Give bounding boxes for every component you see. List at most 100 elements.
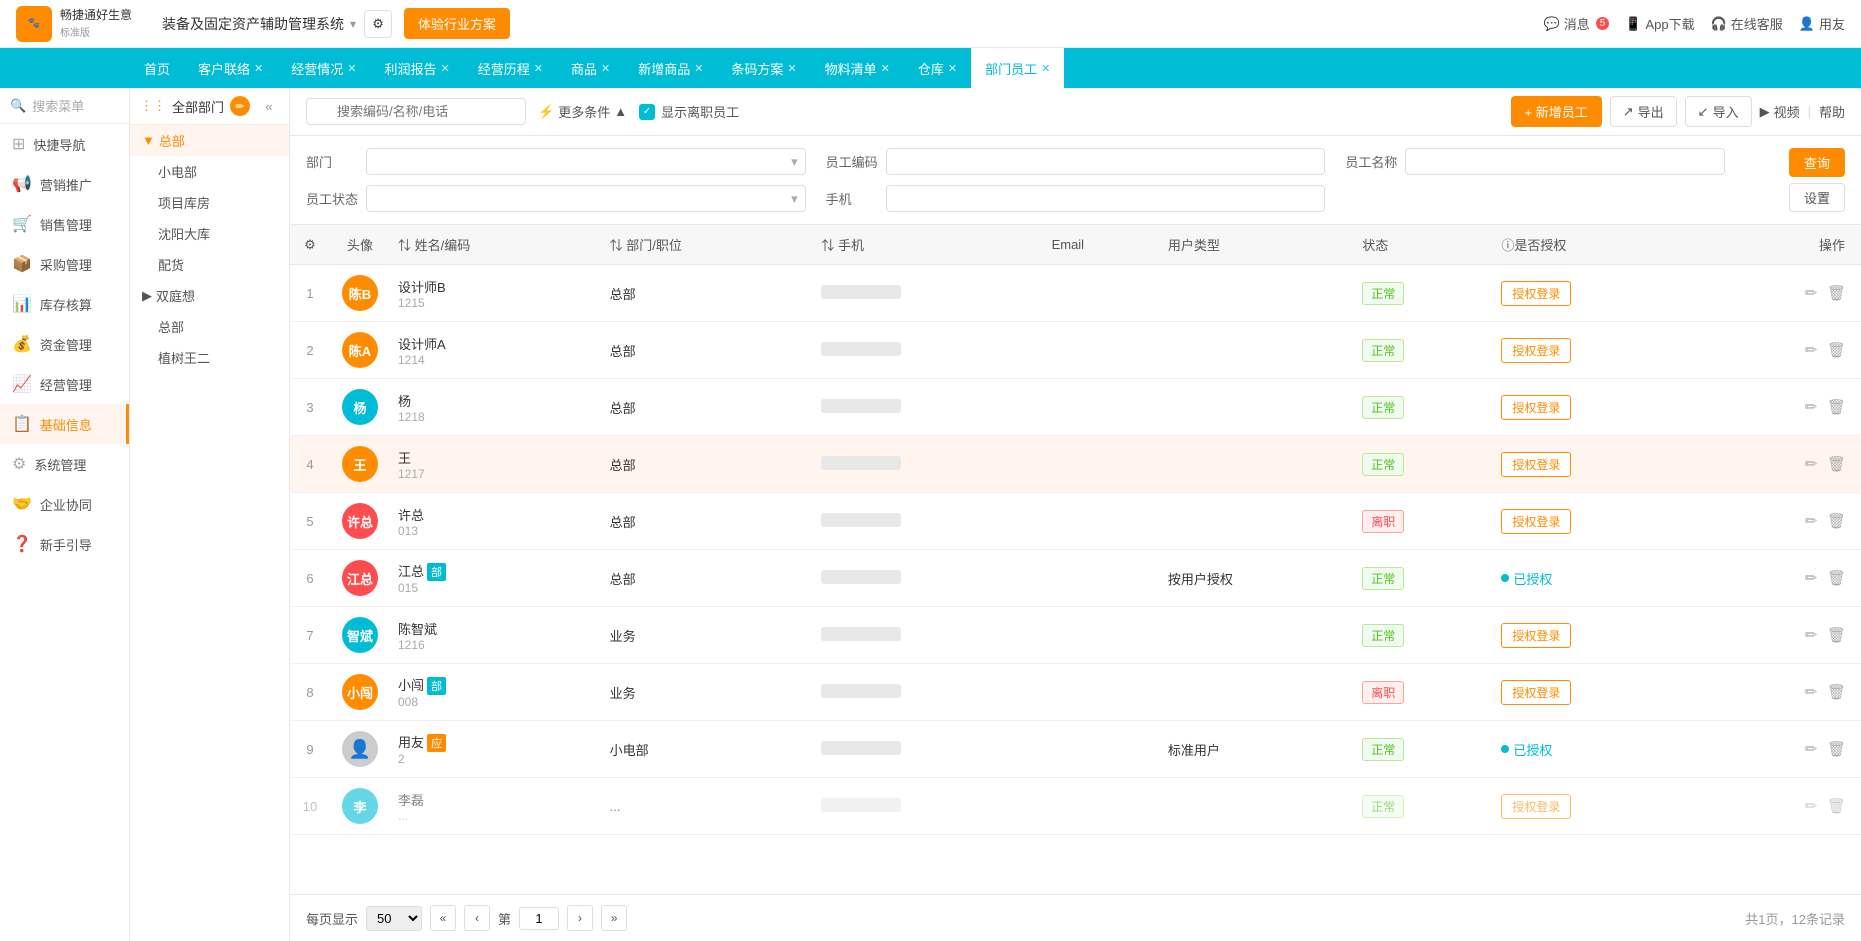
tree-node-shuangting[interactable]: ▶ 双庭想 (130, 280, 289, 311)
tree-node-hq[interactable]: 总部 (130, 311, 289, 342)
edit-dept-btn[interactable]: ✏ (230, 96, 250, 116)
page-next-btn[interactable]: › (567, 905, 593, 931)
user-avatar-btn[interactable]: 👤 用友 (1799, 14, 1845, 33)
col-name[interactable]: ⇅ 姓名/编码 (390, 225, 602, 265)
close-icon[interactable]: ✕ (347, 62, 356, 75)
sidebar-item-purchase[interactable]: 📦 采购管理 (0, 244, 129, 284)
tree-node-shenyang[interactable]: 沈阳大库 (130, 218, 289, 249)
auth-login-button[interactable]: 授权登录 (1501, 395, 1571, 420)
help-button[interactable]: 帮助 (1819, 102, 1845, 121)
add-employee-button[interactable]: + 新增员工 (1511, 96, 1602, 127)
sidebar-item-collab[interactable]: 🤝 企业协同 (0, 484, 129, 524)
edit-button[interactable]: ✏ (1802, 740, 1821, 758)
dept-select[interactable] (366, 148, 806, 175)
close-icon[interactable]: ✕ (787, 62, 796, 75)
auth-cell[interactable]: 授权登录 (1493, 265, 1699, 322)
sidebar-item-inventory[interactable]: 📊 库存核算 (0, 284, 129, 324)
message-btn[interactable]: 💬 消息 5 (1544, 14, 1610, 33)
collapse-tree-btn[interactable]: « (259, 96, 279, 116)
delete-button[interactable]: 🗑 (1824, 455, 1849, 473)
page-current-input[interactable] (519, 907, 559, 930)
delete-button[interactable]: 🗑 (1824, 284, 1849, 302)
nav-item-add-goods[interactable]: 新增商品 ✕ (624, 48, 717, 88)
all-dept-label[interactable]: 全部部门 (172, 97, 224, 116)
tree-node-dispatch[interactable]: 配货 (130, 249, 289, 280)
sidebar-item-sales[interactable]: 🛒 销售管理 (0, 204, 129, 244)
emp-code-input[interactable] (886, 148, 1326, 175)
auth-cell[interactable]: 授权登录 (1493, 436, 1699, 493)
video-button[interactable]: ▶ 视频 (1760, 102, 1800, 121)
delete-button[interactable]: 🗑 (1824, 740, 1849, 758)
page-prev-btn[interactable]: ‹ (464, 905, 490, 931)
export-button[interactable]: ↗ 导出 (1610, 96, 1677, 127)
close-icon[interactable]: ✕ (254, 62, 263, 75)
nav-item-profit[interactable]: 利润报告 ✕ (370, 48, 463, 88)
edit-button[interactable]: ✏ (1802, 569, 1821, 587)
sidebar-item-finance[interactable]: 💰 资金管理 (0, 324, 129, 364)
nav-item-warehouse[interactable]: 仓库 ✕ (904, 48, 971, 88)
close-icon[interactable]: ✕ (441, 62, 450, 75)
close-icon[interactable]: ✕ (881, 62, 890, 75)
nav-item-operation[interactable]: 经营情况 ✕ (277, 48, 370, 88)
delete-button[interactable]: 🗑 (1824, 341, 1849, 359)
auth-login-button[interactable]: 授权登录 (1501, 452, 1571, 477)
auth-cell[interactable]: 授权登录 (1493, 379, 1699, 436)
auth-cell[interactable]: 授权登录 (1493, 778, 1699, 835)
col-phone[interactable]: ⇅ 手机 (813, 225, 1043, 265)
auth-login-button[interactable]: 授权登录 (1501, 509, 1571, 534)
edit-button[interactable]: ✏ (1802, 341, 1821, 359)
tree-node-small-elec[interactable]: 小电部 (130, 156, 289, 187)
nav-item-bom[interactable]: 物料清单 ✕ (811, 48, 904, 88)
app-download-btn[interactable]: 📱 App下载 (1625, 14, 1694, 33)
close-icon[interactable]: ✕ (534, 62, 543, 75)
sidebar-item-bizmanage[interactable]: 📈 经营管理 (0, 364, 129, 404)
close-icon[interactable]: ✕ (601, 62, 610, 75)
sidebar-item-quicknav[interactable]: ⊞ 快捷导航 (0, 124, 129, 164)
delete-button[interactable]: 🗑 (1824, 683, 1849, 701)
edit-button[interactable]: ✏ (1802, 683, 1821, 701)
auth-cell[interactable]: 授权登录 (1493, 607, 1699, 664)
tree-node-zhishu[interactable]: 植树王二 (130, 342, 289, 373)
nav-item-barcode[interactable]: 条码方案 ✕ (717, 48, 810, 88)
auth-cell[interactable]: 授权登录 (1493, 493, 1699, 550)
more-filter-btn[interactable]: ⚡ 更多条件 ▲ (538, 102, 627, 121)
edit-button[interactable]: ✏ (1802, 512, 1821, 530)
edit-button[interactable]: ✏ (1802, 398, 1821, 416)
import-button[interactable]: ↙ 导入 (1685, 96, 1752, 127)
page-last-btn[interactable]: » (601, 905, 627, 931)
sidebar-item-basic[interactable]: 📋 基础信息 (0, 404, 129, 444)
col-dept[interactable]: ⇅ 部门/职位 (602, 225, 814, 265)
nav-item-history[interactable]: 经营历程 ✕ (464, 48, 557, 88)
employee-search-input[interactable] (306, 98, 526, 125)
delete-button[interactable]: 🗑 (1824, 797, 1849, 815)
sidebar-item-guide[interactable]: ❓ 新手引导 (0, 524, 129, 564)
search-button[interactable]: 查询 (1789, 148, 1845, 177)
status-select[interactable] (366, 185, 806, 212)
auth-cell[interactable]: 授权登录 (1493, 322, 1699, 379)
edit-button[interactable]: ✏ (1802, 284, 1821, 302)
edit-button[interactable]: ✏ (1802, 455, 1821, 473)
close-icon[interactable]: ✕ (948, 62, 957, 75)
auth-login-button[interactable]: 授权登录 (1501, 623, 1571, 648)
delete-button[interactable]: 🗑 (1824, 569, 1849, 587)
close-icon[interactable]: ✕ (1041, 62, 1050, 75)
page-size-select[interactable]: 50 10 20 100 (366, 906, 422, 931)
edit-button[interactable]: ✏ (1802, 626, 1821, 644)
nav-item-goods[interactable]: 商品 ✕ (557, 48, 624, 88)
tree-node-headquarter-expand[interactable]: ▼ 总部 (130, 125, 289, 156)
nav-item-employee[interactable]: 部门员工 ✕ (971, 48, 1064, 88)
trial-button[interactable]: 体验行业方案 (404, 8, 510, 39)
close-icon[interactable]: ✕ (694, 62, 703, 75)
auth-login-button[interactable]: 授权登录 (1501, 281, 1571, 306)
show-inactive-toggle[interactable]: ✓ 显示离职员工 (639, 102, 739, 121)
dropdown-arrow-icon[interactable]: ▾ (350, 17, 356, 31)
delete-button[interactable]: 🗑 (1824, 512, 1849, 530)
auth-login-button[interactable]: 授权登录 (1501, 794, 1571, 819)
col-settings[interactable]: ⚙ (290, 225, 330, 265)
auth-login-button[interactable]: 授权登录 (1501, 680, 1571, 705)
sidebar-item-system[interactable]: ⚙ 系统管理 (0, 444, 129, 484)
sidebar-item-marketing[interactable]: 📢 营销推广 (0, 164, 129, 204)
nav-item-home[interactable]: 首页 (130, 48, 184, 88)
edit-button[interactable]: ✏ (1802, 797, 1821, 815)
support-btn[interactable]: 🎧 在线客服 (1711, 14, 1783, 33)
